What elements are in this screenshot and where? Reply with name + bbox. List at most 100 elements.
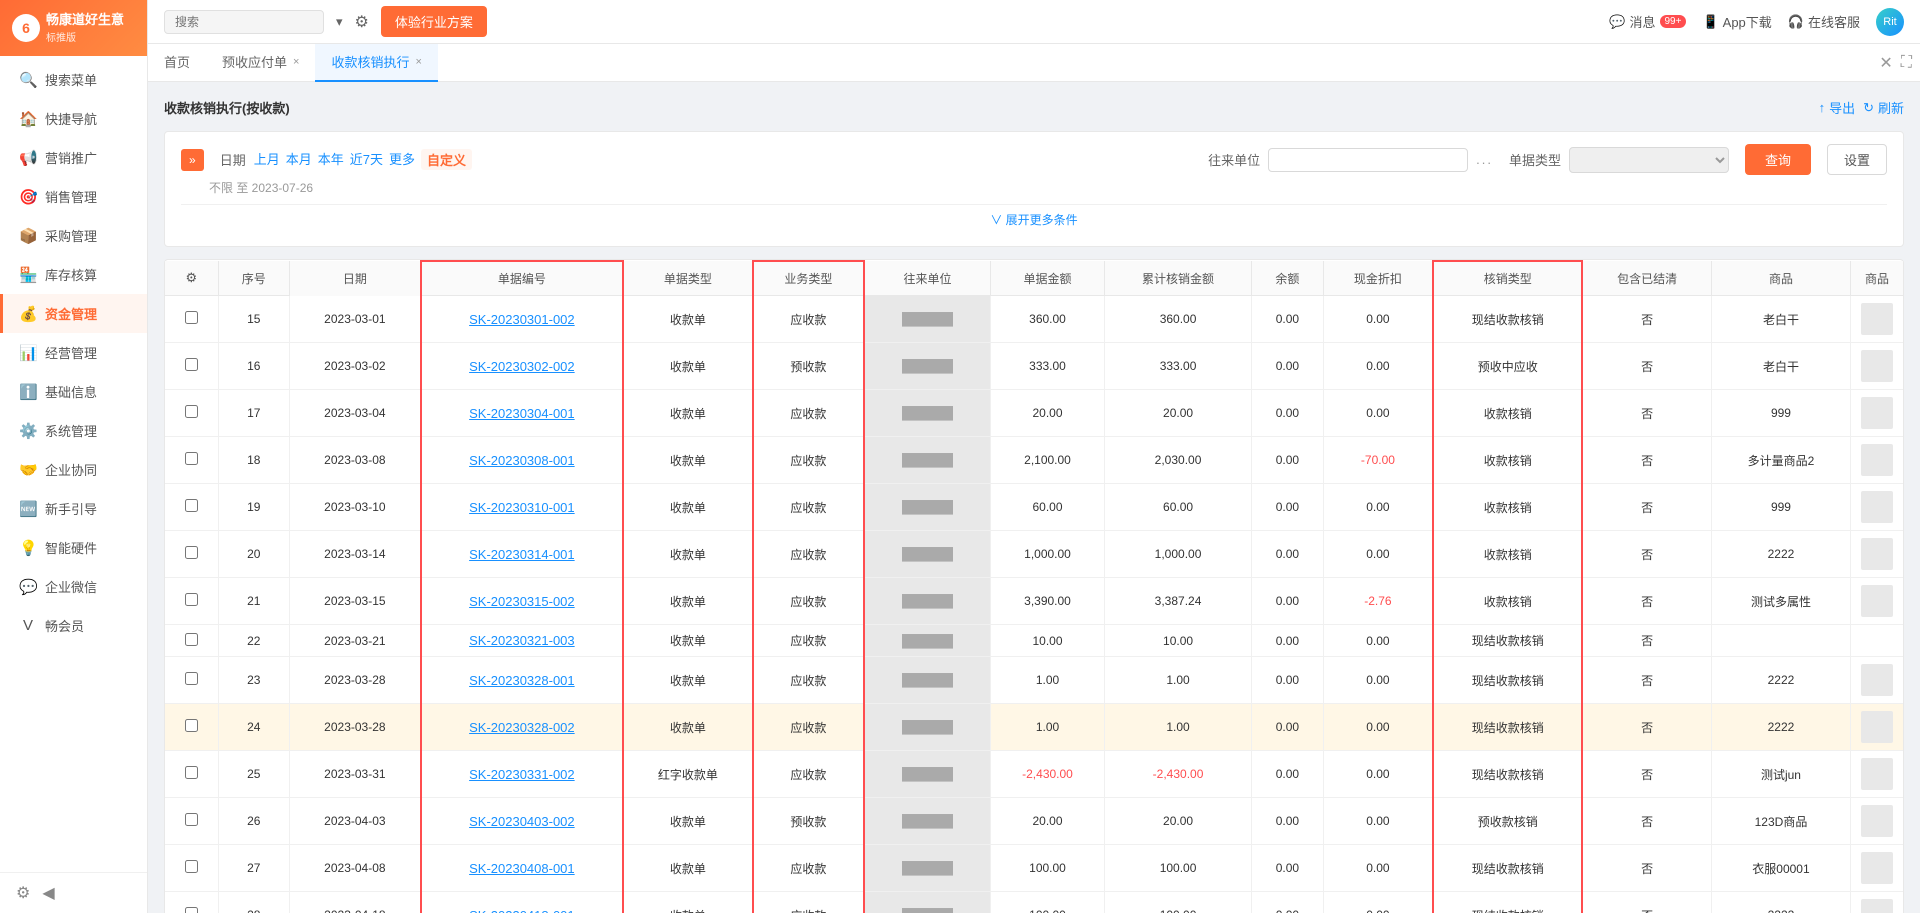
sidebar-item-purchase[interactable]: 📦 采购管理 (0, 216, 147, 255)
cell-bill-no: SK-20230331-002 (421, 751, 623, 798)
sidebar-item-search[interactable]: 🔍 搜索菜单 (0, 60, 147, 99)
row-checkbox[interactable] (185, 546, 198, 559)
row-checkbox[interactable] (185, 672, 198, 685)
cell-goods2 (1851, 625, 1904, 657)
bill-no-link[interactable]: SK-20230310-001 (469, 500, 575, 515)
bill-no-link[interactable]: SK-20230314-001 (469, 547, 575, 562)
cell-checkbox[interactable] (165, 390, 218, 437)
app-download-item[interactable]: 📱 App下载 (1702, 12, 1771, 31)
sidebar-item-inventory[interactable]: 🏪 库存核算 (0, 255, 147, 294)
settings-icon[interactable]: ⚙ (16, 883, 30, 903)
tab-close-advance[interactable]: × (293, 56, 299, 68)
cell-checkbox[interactable] (165, 296, 218, 343)
solution-button[interactable]: 体验行业方案 (381, 6, 487, 37)
row-checkbox[interactable] (185, 766, 198, 779)
cell-checkbox[interactable] (165, 845, 218, 892)
message-label: 消息 (1629, 12, 1655, 31)
row-checkbox[interactable] (185, 860, 198, 873)
sidebar-item-system[interactable]: ⚙️ 系统管理 (0, 411, 147, 450)
expand-bar[interactable]: ∨ 展开更多条件 (181, 204, 1887, 234)
cell-checkbox[interactable] (165, 798, 218, 845)
filter-billtype-select[interactable] (1569, 147, 1729, 173)
refresh-button[interactable]: ↻ 刷新 (1863, 98, 1904, 117)
row-checkbox[interactable] (185, 633, 198, 646)
cell-seq: 25 (218, 751, 289, 798)
filter-expand-btn[interactable]: » (181, 149, 204, 171)
col-gear[interactable]: ⚙ (165, 261, 218, 296)
bill-no-link[interactable]: SK-20230302-002 (469, 359, 575, 374)
cell-date: 2023-04-03 (289, 798, 420, 845)
row-checkbox[interactable] (185, 358, 198, 371)
setting-button[interactable]: 设置 (1827, 144, 1887, 175)
filter-date-link-上月[interactable]: 上月 (254, 149, 280, 170)
message-item[interactable]: 💬 消息 99+ (1609, 12, 1686, 31)
tab-close-receipts[interactable]: × (415, 56, 421, 68)
filter-date-link-本年[interactable]: 本年 (318, 149, 344, 170)
filter-date-link-近7天[interactable]: 近7天 (350, 149, 383, 170)
tab-advance[interactable]: 预收应付单× (206, 44, 315, 82)
cell-writeoff-type: 现结收款核销 (1433, 657, 1582, 704)
sidebar-item-marketing[interactable]: 📢 营销推广 (0, 138, 147, 177)
sidebar-bottom: ⚙ ◀ (0, 872, 147, 913)
cell-checkbox[interactable] (165, 531, 218, 578)
cell-checkbox[interactable] (165, 892, 218, 913)
bill-no-link[interactable]: SK-20230304-001 (469, 406, 575, 421)
bill-no-link[interactable]: SK-20230418-001 (469, 908, 575, 913)
cell-checkbox[interactable] (165, 437, 218, 484)
cell-checkbox[interactable] (165, 578, 218, 625)
cell-checkbox[interactable] (165, 484, 218, 531)
cell-date: 2023-03-10 (289, 484, 420, 531)
export-button[interactable]: ↑ 导出 (1819, 98, 1856, 117)
close-tab-icon[interactable]: ✕ (1879, 53, 1892, 73)
bill-no-link[interactable]: SK-20230328-001 (469, 673, 575, 688)
row-checkbox[interactable] (185, 719, 198, 732)
bill-no-link[interactable]: SK-20230331-002 (469, 767, 575, 782)
cell-checkbox[interactable] (165, 657, 218, 704)
cell-checkbox[interactable] (165, 751, 218, 798)
sidebar-item-wechat[interactable]: 💬 企业微信 (0, 567, 147, 606)
sidebar-item-member[interactable]: V 畅会员 (0, 606, 147, 645)
cell-checkbox[interactable] (165, 343, 218, 390)
collapse-icon[interactable]: ◀ (42, 883, 54, 903)
topbar-dropdown-arrow[interactable]: ▾ (336, 14, 343, 30)
row-checkbox[interactable] (185, 907, 198, 913)
user-avatar[interactable]: Rit (1876, 8, 1904, 36)
cell-checkbox[interactable] (165, 704, 218, 751)
cell-checkbox[interactable] (165, 625, 218, 657)
query-button[interactable]: 查询 (1745, 144, 1811, 175)
sidebar-item-operation[interactable]: 📊 经营管理 (0, 333, 147, 372)
bill-no-link[interactable]: SK-20230408-001 (469, 861, 575, 876)
filter-date-link-更多[interactable]: 更多 (389, 149, 415, 170)
bill-no-link[interactable]: SK-20230328-002 (469, 720, 575, 735)
sidebar-item-hardware[interactable]: 💡 智能硬件 (0, 528, 147, 567)
tab-home[interactable]: 首页 (148, 44, 206, 82)
row-checkbox[interactable] (185, 593, 198, 606)
bill-no-link[interactable]: SK-20230308-001 (469, 453, 575, 468)
sidebar-item-finance[interactable]: 💰 资金管理 (0, 294, 147, 333)
topbar-search-input[interactable] (164, 10, 324, 34)
row-checkbox[interactable] (185, 452, 198, 465)
sidebar-item-enterprise[interactable]: 🤝 企业协同 (0, 450, 147, 489)
row-checkbox[interactable] (185, 499, 198, 512)
row-checkbox[interactable] (185, 405, 198, 418)
sidebar-item-sales[interactable]: 🎯 销售管理 (0, 177, 147, 216)
bill-no-link[interactable]: SK-20230321-003 (469, 633, 575, 648)
fullscreen-icon[interactable]: ⛶ (1901, 54, 1912, 72)
row-checkbox[interactable] (185, 813, 198, 826)
tab-receipts[interactable]: 收款核销执行× (315, 44, 437, 82)
filter-date-link-本月[interactable]: 本月 (286, 149, 312, 170)
cell-partner: ██████ (864, 484, 991, 531)
bill-no-link[interactable]: SK-20230315-002 (469, 594, 575, 609)
service-item[interactable]: 🎧 在线客服 (1788, 12, 1860, 31)
topbar-gear-icon[interactable]: ⚙ (355, 12, 369, 32)
filter-partner-input[interactable] (1268, 148, 1468, 172)
bill-no-link[interactable]: SK-20230301-002 (469, 312, 575, 327)
sidebar-item-guide[interactable]: 🆕 新手引导 (0, 489, 147, 528)
table-gear-icon[interactable]: ⚙ (185, 270, 197, 285)
row-checkbox[interactable] (185, 311, 198, 324)
sidebar-item-quicknav[interactable]: 🏠 快捷导航 (0, 99, 147, 138)
bill-no-link[interactable]: SK-20230403-002 (469, 814, 575, 829)
filter-date-link-自定义[interactable]: 自定义 (421, 149, 472, 170)
sidebar-item-basic[interactable]: ℹ️ 基础信息 (0, 372, 147, 411)
cell-goods1: 2222 (1711, 531, 1850, 578)
